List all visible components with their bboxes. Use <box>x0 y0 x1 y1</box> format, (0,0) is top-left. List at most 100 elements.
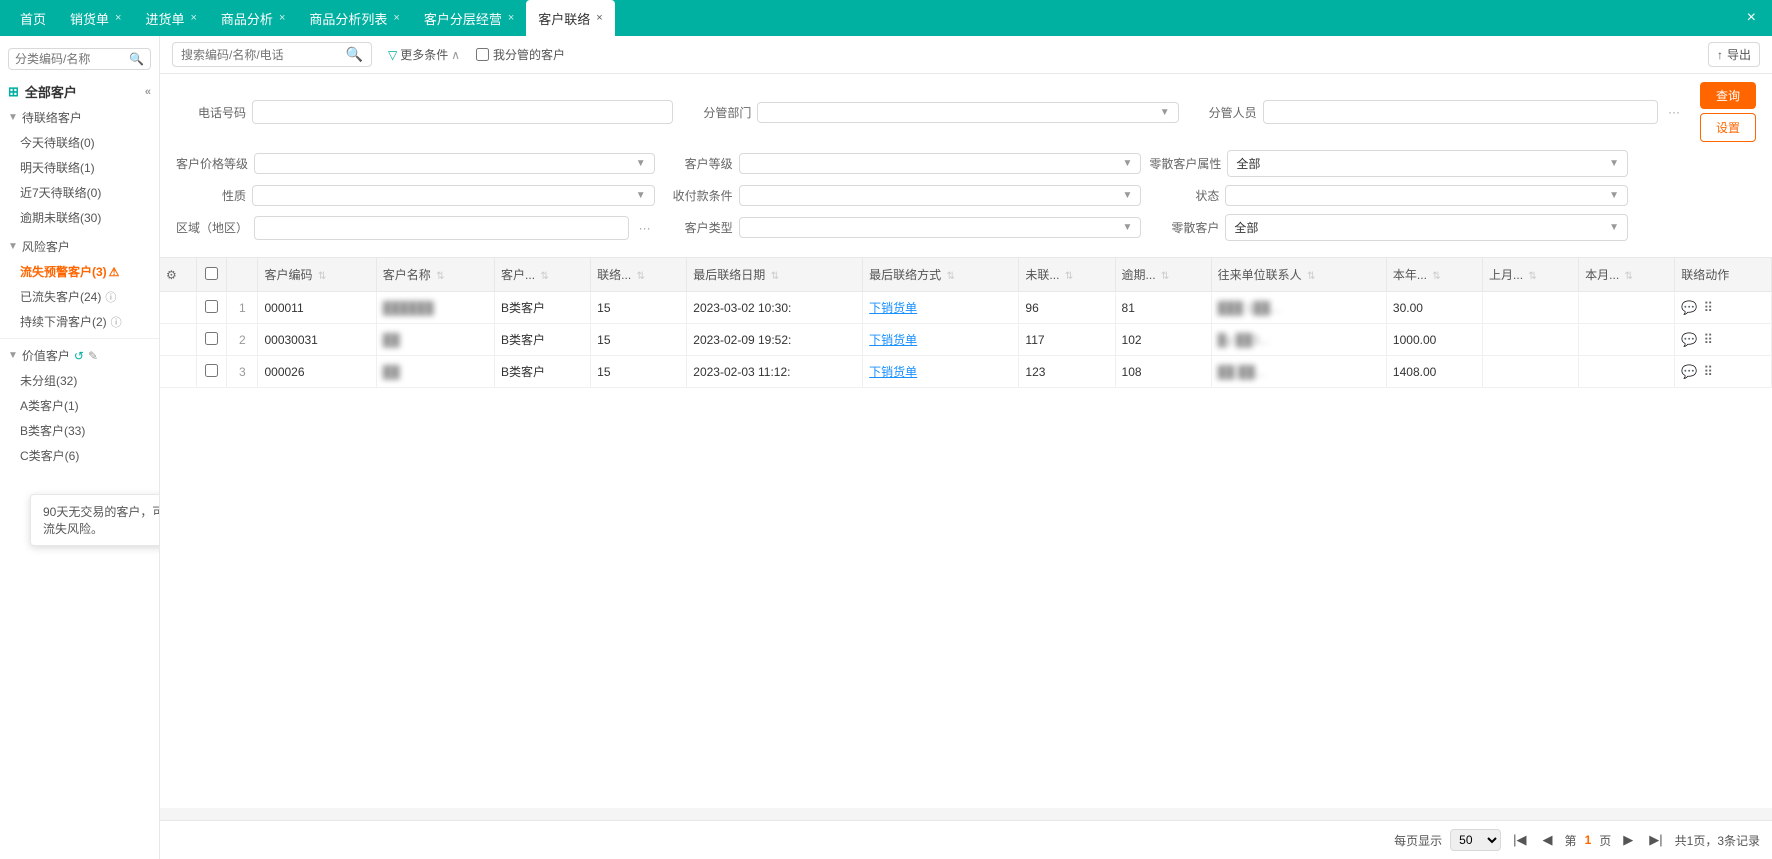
th-name[interactable]: 客户名称 ⇅ <box>376 258 494 292</box>
sidebar-item-7days[interactable]: 近7天待联络(0) <box>0 180 159 205</box>
scrollbar-area[interactable] <box>160 808 1772 820</box>
close-sales-tab[interactable]: × <box>115 12 121 24</box>
sidebar-search-box[interactable]: 🔍 <box>8 48 151 70</box>
churn-group-header[interactable]: ▼ 风险客户 <box>0 234 159 259</box>
sidebar-item-class-a[interactable]: A类客户(1) <box>0 393 159 418</box>
sidebar-item-ungroup[interactable]: 未分组(32) <box>0 368 159 393</box>
tab-analysis-list[interactable]: 商品分析列表 × <box>297 0 411 36</box>
sidebar-item-churn-warning[interactable]: 流失预警客户(3) ⚠ <box>0 259 159 284</box>
th-uncontacted[interactable]: 未联... ⇅ <box>1019 258 1115 292</box>
sidebar-item-lost[interactable]: 已流失客户(24) ⓘ <box>0 284 159 309</box>
sidebar-item-class-c[interactable]: C类客户(6) <box>0 443 159 468</box>
retail-customer-select[interactable]: 全部 ▼ <box>1225 214 1628 241</box>
manager-input[interactable] <box>1263 100 1658 124</box>
close-analysis-tab[interactable]: × <box>279 12 285 24</box>
sidebar-item-overdue[interactable]: 逾期未联络(30) <box>0 205 159 230</box>
region-dots-btn[interactable]: ··· <box>635 221 655 235</box>
action-more-1[interactable]: ⠿ <box>1703 332 1713 348</box>
tab-analysis[interactable]: 商品分析 × <box>209 0 297 36</box>
my-customers-checkbox-area[interactable]: 我分管的客户 <box>476 46 565 63</box>
close-all-button[interactable]: × <box>1739 9 1764 27</box>
all-customers-header[interactable]: ⊞ 全部客户 « <box>0 78 159 105</box>
dept-select[interactable]: ▼ <box>757 102 1178 123</box>
th-contact[interactable]: 联络... ⇅ <box>591 258 687 292</box>
close-analysis-list-tab[interactable]: × <box>393 12 399 24</box>
th-overdue[interactable]: 逾期... ⇅ <box>1115 258 1211 292</box>
tab-home[interactable]: 首页 <box>8 0 58 36</box>
page-prev-btn[interactable]: ◀ <box>1539 832 1557 848</box>
th-last-method[interactable]: 最后联络方式 ⇅ <box>863 258 1019 292</box>
th-this-year[interactable]: 本年... ⇅ <box>1386 258 1482 292</box>
row-checkbox-2[interactable] <box>205 364 218 377</box>
page-first-btn[interactable]: |◀ <box>1509 832 1530 848</box>
collapse-sidebar-icon[interactable]: « <box>145 86 151 98</box>
retail-attr-select[interactable]: 全部 ▼ <box>1227 150 1628 177</box>
toolbar-search-box[interactable]: 🔍 <box>172 42 372 67</box>
filter-row-3: 性质 ▼ 收付款条件 ▼ 状态 <box>176 185 1756 206</box>
this-month-sort-icon: ⇅ <box>1625 271 1633 282</box>
pending-group-header[interactable]: ▼ 待联络客户 <box>0 105 159 130</box>
th-this-month[interactable]: 本月... ⇅ <box>1579 258 1675 292</box>
last-date-sort-icon: ⇅ <box>771 271 779 282</box>
sidebar: 🔍 ⊞ 全部客户 « ▼ 待联络客户 今天待联络(0) 明天待联络(1) 近7天… <box>0 36 160 859</box>
payment-select[interactable]: ▼ <box>739 185 1142 206</box>
data-table-area: ⚙ 客户编码 ⇅ 客户名称 ⇅ 客户... ⇅ 联络... ⇅ 最后联络日期 ⇅… <box>160 258 1772 808</box>
close-customer-connect-tab[interactable]: × <box>596 12 602 24</box>
tab-sales[interactable]: 销货单 × <box>58 0 133 36</box>
sidebar-search-icon[interactable]: 🔍 <box>129 52 144 66</box>
sidebar-item-declining[interactable]: 持续下滑客户(2) ⓘ <box>0 309 159 334</box>
customer-level-select[interactable]: ▼ <box>739 153 1142 174</box>
top-nav: 首页 销货单 × 进货单 × 商品分析 × 商品分析列表 × 客户分层经营 × … <box>0 0 1772 36</box>
th-code[interactable]: 客户编码 ⇅ <box>258 258 376 292</box>
value-refresh-icon[interactable]: ↺ <box>74 349 84 363</box>
th-contact2[interactable]: 往来单位联系人 ⇅ <box>1211 258 1386 292</box>
region-input[interactable] <box>254 216 629 240</box>
row-checkbox-0[interactable] <box>205 300 218 313</box>
tab-customer-layer[interactable]: 客户分层经营 × <box>412 0 526 36</box>
customer-level-field: 客户等级 ▼ <box>663 153 1142 174</box>
action-chat-1[interactable]: 💬 <box>1681 332 1697 348</box>
settings-button[interactable]: 设置 <box>1700 113 1756 142</box>
status-select[interactable]: ▼ <box>1225 185 1628 206</box>
nature-select[interactable]: ▼ <box>252 185 655 206</box>
sidebar-item-class-b[interactable]: B类客户(33) <box>0 418 159 443</box>
action-chat-0[interactable]: 💬 <box>1681 300 1697 316</box>
sidebar-search-input[interactable] <box>15 52 129 66</box>
page-next-btn[interactable]: ▶ <box>1619 832 1637 848</box>
search-icon[interactable]: 🔍 <box>346 46 363 63</box>
action-more-0[interactable]: ⠿ <box>1703 300 1713 316</box>
manager-dots-btn[interactable]: ··· <box>1664 105 1684 119</box>
export-button[interactable]: ↑ 导出 <box>1708 42 1760 67</box>
my-customers-checkbox[interactable] <box>476 48 489 61</box>
tab-customer-connect[interactable]: 客户联络 × <box>526 0 614 36</box>
value-edit-icon[interactable]: ✎ <box>88 349 98 363</box>
pending-group: ▼ 待联络客户 今天待联络(0) 明天待联络(1) 近7天待联络(0) 逾期未联… <box>0 105 159 230</box>
th-type[interactable]: 客户... ⇅ <box>495 258 591 292</box>
per-page-select[interactable]: 50 100 200 <box>1450 829 1501 851</box>
last-method-link-1[interactable]: 下销货单 <box>869 333 917 347</box>
value-group: ▼ 价值客户 ↺ ✎ 未分组(32) A类客户(1) B类客户(33) C类客户… <box>0 343 159 468</box>
sidebar-item-tomorrow[interactable]: 明天待联络(1) <box>0 155 159 180</box>
phone-input[interactable] <box>252 100 673 124</box>
value-group-header[interactable]: ▼ 价值客户 ↺ ✎ <box>0 343 159 368</box>
more-filter-button[interactable]: ▽ 更多条件 ∧ <box>380 43 468 66</box>
tab-purchase[interactable]: 进货单 × <box>133 0 208 36</box>
last-method-link-0[interactable]: 下销货单 <box>869 301 917 315</box>
select-all-checkbox[interactable] <box>205 267 218 280</box>
page-last-btn[interactable]: ▶| <box>1645 832 1666 848</box>
th-config[interactable]: ⚙ <box>160 258 197 292</box>
th-last-month[interactable]: 上月... ⇅ <box>1483 258 1579 292</box>
close-purchase-tab[interactable]: × <box>190 12 196 24</box>
action-more-2[interactable]: ⠿ <box>1703 364 1713 380</box>
action-chat-2[interactable]: 💬 <box>1681 364 1697 380</box>
sidebar-item-today[interactable]: 今天待联络(0) <box>0 130 159 155</box>
close-customer-layer-tab[interactable]: × <box>508 12 514 24</box>
query-button[interactable]: 查询 <box>1700 82 1756 109</box>
customer-type-select[interactable]: ▼ <box>739 217 1142 238</box>
row-checkbox-1[interactable] <box>205 332 218 345</box>
th-last-date[interactable]: 最后联络日期 ⇅ <box>687 258 863 292</box>
last-method-link-2[interactable]: 下销货单 <box>869 365 917 379</box>
th-action: 联络动作 <box>1675 258 1772 292</box>
price-level-select[interactable]: ▼ <box>254 153 655 174</box>
search-input[interactable] <box>181 48 346 62</box>
